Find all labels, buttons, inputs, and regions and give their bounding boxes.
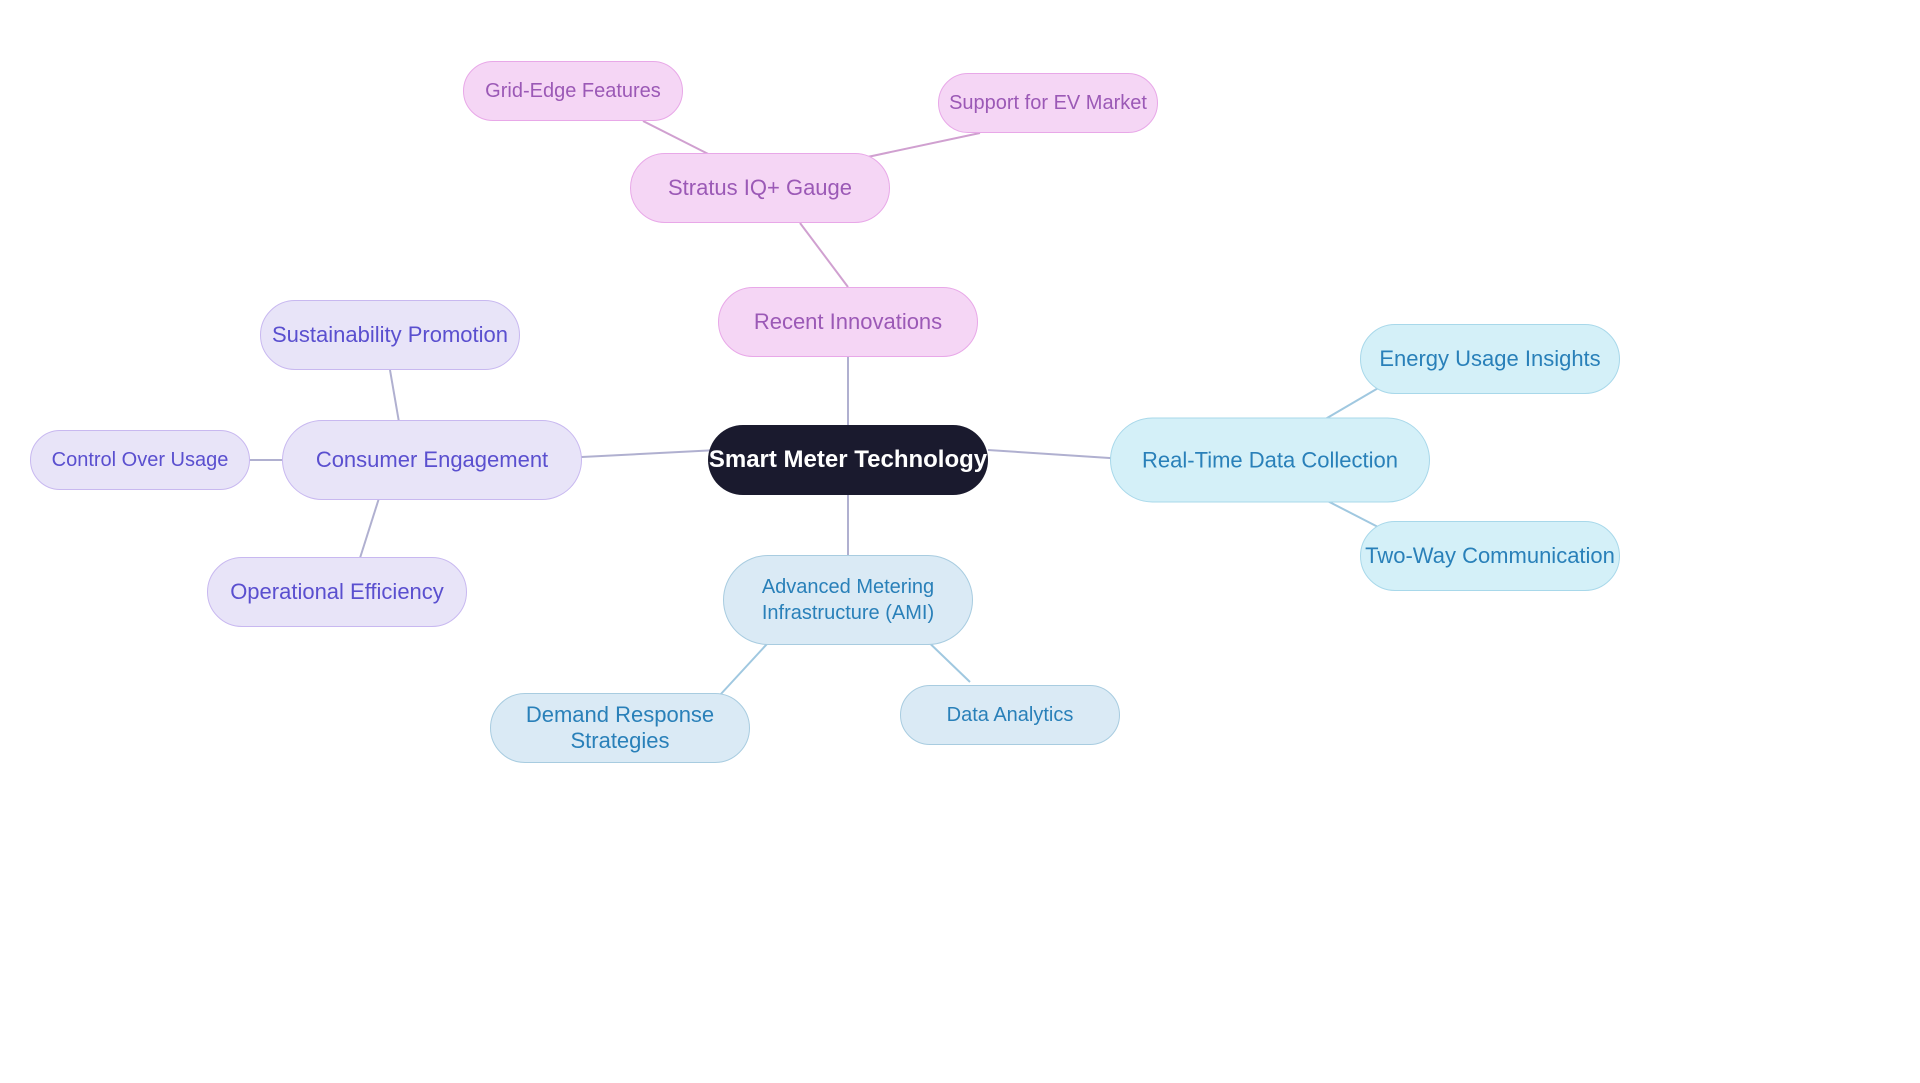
sustainability-promotion-node[interactable]: Sustainability Promotion [260,300,520,370]
real-time-data-node[interactable]: Real-Time Data Collection [1110,418,1430,503]
stratus-iq-node[interactable]: Stratus IQ+ Gauge [630,153,890,223]
control-over-usage-node[interactable]: Control Over Usage [30,430,250,490]
support-ev-node[interactable]: Support for EV Market [938,73,1158,133]
operational-efficiency-node[interactable]: Operational Efficiency [207,557,467,627]
demand-response-node[interactable]: Demand Response Strategies [490,693,750,763]
center-node[interactable]: Smart Meter Technology [708,425,988,495]
data-analytics-node[interactable]: Data Analytics [900,685,1120,745]
energy-usage-insights-node[interactable]: Energy Usage Insights [1360,324,1620,394]
grid-edge-node[interactable]: Grid-Edge Features [463,61,683,121]
recent-innovations-node[interactable]: Recent Innovations [718,287,978,357]
two-way-communication-node[interactable]: Two-Way Communication [1360,521,1620,591]
ami-node[interactable]: Advanced Metering Infrastructure (AMI) [723,555,973,645]
consumer-engagement-node[interactable]: Consumer Engagement [282,420,582,500]
